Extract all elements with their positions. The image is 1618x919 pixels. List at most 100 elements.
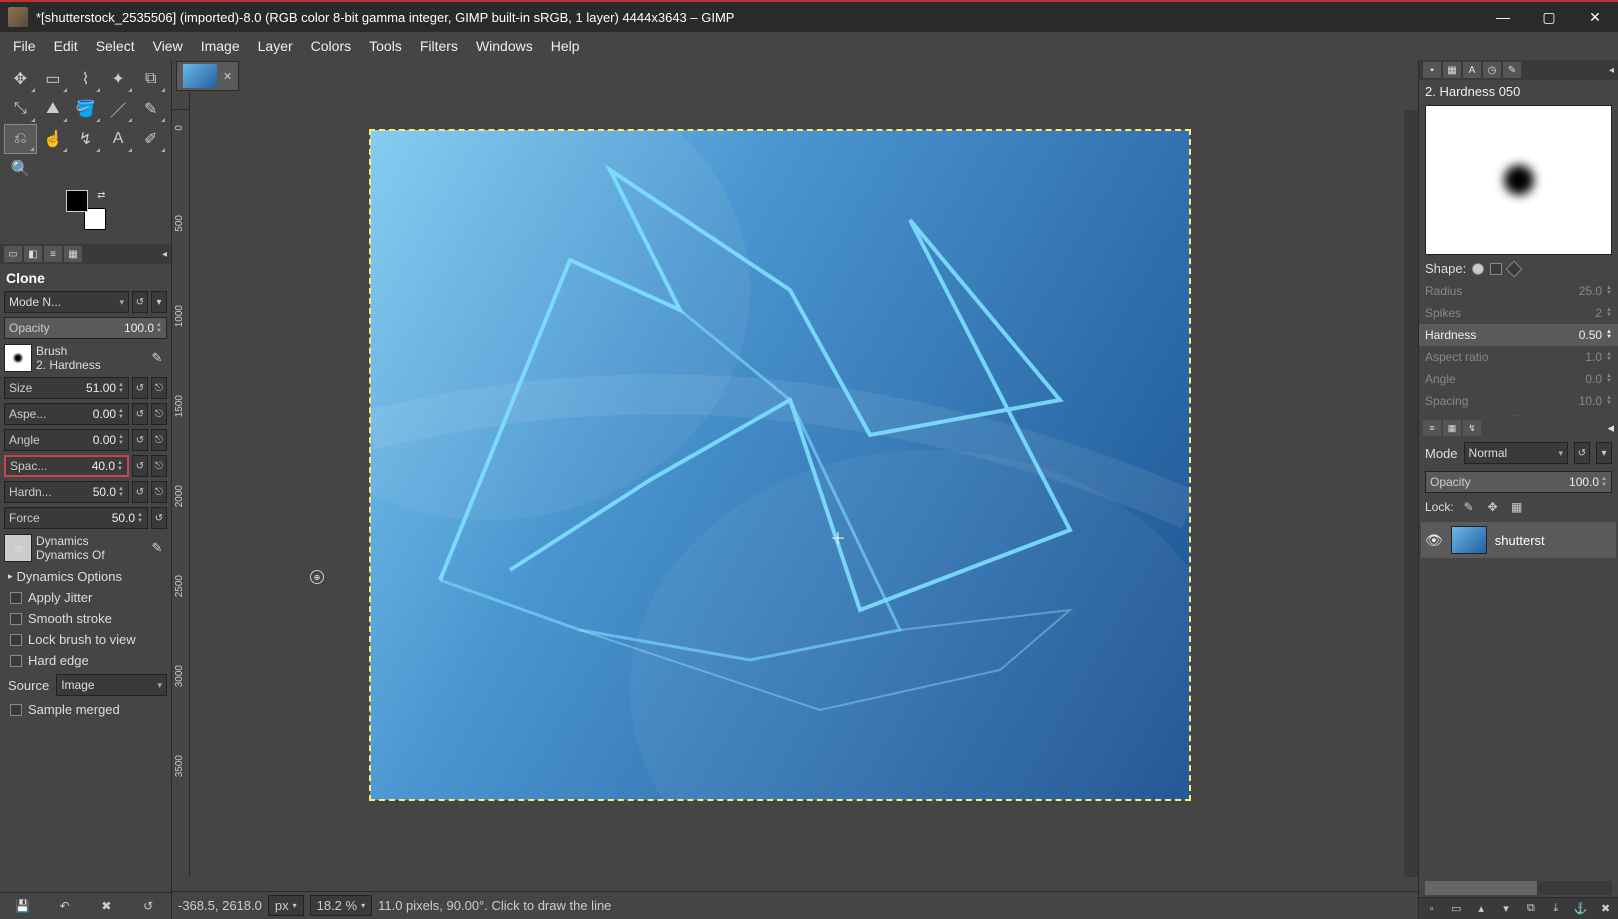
layer-thumbnail[interactable]: [1451, 526, 1487, 554]
tab-fonts-icon[interactable]: A: [1463, 62, 1481, 78]
brush-aspect-field[interactable]: Aspect ratio1.0▲▼: [1419, 346, 1618, 368]
dynamics-thumbnail[interactable]: ≡: [4, 534, 32, 562]
layer-mode-select[interactable]: Normal▾: [1464, 442, 1568, 464]
menu-edit[interactable]: Edit: [45, 34, 87, 58]
rect-select-tool-icon[interactable]: ▭: [37, 64, 70, 94]
mode-menu-button[interactable]: ▾: [151, 291, 167, 313]
hardness-field[interactable]: Hardn...50.0▲▼: [4, 481, 129, 503]
shape-square-button[interactable]: [1490, 263, 1502, 275]
warp-tool-icon[interactable]: ⛰: [37, 94, 70, 124]
brush-spikes-field[interactable]: Spikes2▲▼: [1419, 302, 1618, 324]
color-picker-tool-icon[interactable]: ✐: [134, 124, 167, 154]
ruler-corner[interactable]: [172, 92, 190, 110]
tab-menu-icon[interactable]: ◂: [162, 249, 167, 260]
angle-link-button[interactable]: ⎋: [151, 429, 167, 451]
layer-visibility-icon[interactable]: 👁: [1425, 532, 1443, 549]
move-tool-icon[interactable]: ✥: [4, 64, 37, 94]
delete-layer-icon[interactable]: ✖: [1593, 898, 1618, 919]
layer-name[interactable]: shutterst: [1495, 533, 1545, 548]
dynamics-options-expander[interactable]: ▸Dynamics Options: [2, 566, 169, 587]
size-link-button[interactable]: ⎋: [151, 377, 167, 399]
opacity-slider[interactable]: Opacity 100.0 ▲▼: [4, 317, 167, 339]
size-reset-button[interactable]: ↺: [132, 377, 148, 399]
blend-mode-select[interactable]: Mode N... ▾: [4, 291, 129, 313]
lock-alpha-icon[interactable]: ▦: [1508, 498, 1526, 516]
maximize-button[interactable]: ▢: [1526, 1, 1572, 33]
delete-preset-icon[interactable]: ✖: [88, 897, 126, 915]
source-select[interactable]: Image▾: [56, 674, 167, 696]
restore-preset-icon[interactable]: ↶: [46, 897, 84, 915]
spacing-reset-button[interactable]: ↺: [132, 455, 148, 477]
crop-tool-icon[interactable]: ⧉: [134, 64, 167, 94]
merge-down-icon[interactable]: ⤓: [1543, 898, 1568, 919]
tab-device-icon[interactable]: ◧: [24, 246, 42, 262]
brush-radius-field[interactable]: Radius25.0▲▼: [1419, 280, 1618, 302]
aspect-reset-button[interactable]: ↺: [132, 403, 148, 425]
brush-angle-field[interactable]: Angle0.0▲▼: [1419, 368, 1618, 390]
fuzzy-select-tool-icon[interactable]: ✦: [102, 64, 135, 94]
menu-tools[interactable]: Tools: [360, 34, 411, 58]
menu-file[interactable]: File: [4, 34, 45, 58]
save-preset-icon[interactable]: 💾: [4, 897, 42, 915]
gradient-tool-icon[interactable]: ／: [102, 94, 135, 124]
anchor-layer-icon[interactable]: ⚓: [1568, 898, 1593, 919]
fg-color[interactable]: [66, 190, 88, 212]
menu-filters[interactable]: Filters: [411, 34, 467, 58]
tab-history-icon[interactable]: ≡: [44, 246, 62, 262]
fg-bg-colors[interactable]: ⇄: [66, 190, 106, 230]
tab-channels-icon[interactable]: ▦: [1443, 420, 1461, 436]
hard-edge-check[interactable]: Hard edge: [2, 650, 169, 671]
menu-help[interactable]: Help: [542, 34, 589, 58]
mode-reset-button[interactable]: ↺: [132, 291, 148, 313]
transform-tool-icon[interactable]: ⤡: [4, 94, 37, 124]
brush-edit-button[interactable]: ✎: [147, 348, 167, 368]
nav-preview-icon[interactable]: [222, 877, 236, 891]
lasso-tool-icon[interactable]: ⌇: [69, 64, 102, 94]
canvas-viewport[interactable]: ＋ ⊕: [190, 110, 1404, 877]
angle-field[interactable]: Angle0.00▲▼: [4, 429, 129, 451]
angle-reset-button[interactable]: ↺: [132, 429, 148, 451]
size-field[interactable]: Size51.00▲▼: [4, 377, 129, 399]
layer-down-icon[interactable]: ▾: [1494, 898, 1519, 919]
menu-view[interactable]: View: [144, 34, 192, 58]
aspect-field[interactable]: Aspe...0.00▲▼: [4, 403, 129, 425]
bucket-tool-icon[interactable]: 🪣: [69, 94, 102, 124]
scrollbar-vertical[interactable]: [1404, 110, 1418, 877]
path-tool-icon[interactable]: ↯: [69, 124, 102, 154]
force-reset-button[interactable]: ↺: [151, 507, 167, 529]
tab-tool-options-icon[interactable]: ▭: [4, 246, 22, 262]
layer-up-icon[interactable]: ▴: [1469, 898, 1494, 919]
hardness-reset-button[interactable]: ↺: [132, 481, 148, 503]
layer-mode-menu-button[interactable]: ▾: [1596, 442, 1612, 464]
layer-scrollbar[interactable]: [1425, 881, 1612, 895]
hardness-link-button[interactable]: ⎋: [151, 481, 167, 503]
shape-circle-button[interactable]: [1472, 263, 1484, 275]
menu-image[interactable]: Image: [192, 34, 249, 58]
reset-preset-icon[interactable]: ↺: [129, 897, 167, 915]
nav-button-icon[interactable]: [222, 92, 236, 110]
smooth-stroke-check[interactable]: Smooth stroke: [2, 608, 169, 629]
brush-spacing-field[interactable]: Spacing10.0▲▼: [1419, 390, 1618, 412]
menu-windows[interactable]: Windows: [467, 34, 542, 58]
aspect-link-button[interactable]: ⎋: [151, 403, 167, 425]
quickmask-toggle-icon[interactable]: [172, 877, 190, 891]
new-layer-icon[interactable]: ▫: [1419, 898, 1444, 919]
status-unit-select[interactable]: px▾: [268, 895, 304, 916]
layer-item[interactable]: 👁 shutterst: [1421, 522, 1616, 558]
new-group-icon[interactable]: ▭: [1444, 898, 1469, 919]
tab-brushes-icon[interactable]: ▪: [1423, 62, 1441, 78]
close-button[interactable]: ✕: [1572, 1, 1618, 33]
minimize-button[interactable]: —: [1480, 1, 1526, 33]
tab-history2-icon[interactable]: ◷: [1483, 62, 1501, 78]
layer-opacity-slider[interactable]: Opacity 100.0 ▲▼: [1425, 471, 1612, 493]
apply-jitter-check[interactable]: Apply Jitter: [2, 587, 169, 608]
right-tab-menu-icon[interactable]: ◂: [1609, 65, 1614, 76]
tab-close-icon[interactable]: ✕: [223, 70, 232, 83]
menu-select[interactable]: Select: [87, 34, 144, 58]
text-tool-icon[interactable]: A: [102, 124, 135, 154]
lock-position-icon[interactable]: ✥: [1484, 498, 1502, 516]
swap-colors-icon[interactable]: ⇄: [97, 190, 105, 201]
menu-colors[interactable]: Colors: [302, 34, 360, 58]
tab-patterns-icon[interactable]: ▦: [1443, 62, 1461, 78]
dynamics-edit-button[interactable]: ✎: [147, 538, 167, 558]
